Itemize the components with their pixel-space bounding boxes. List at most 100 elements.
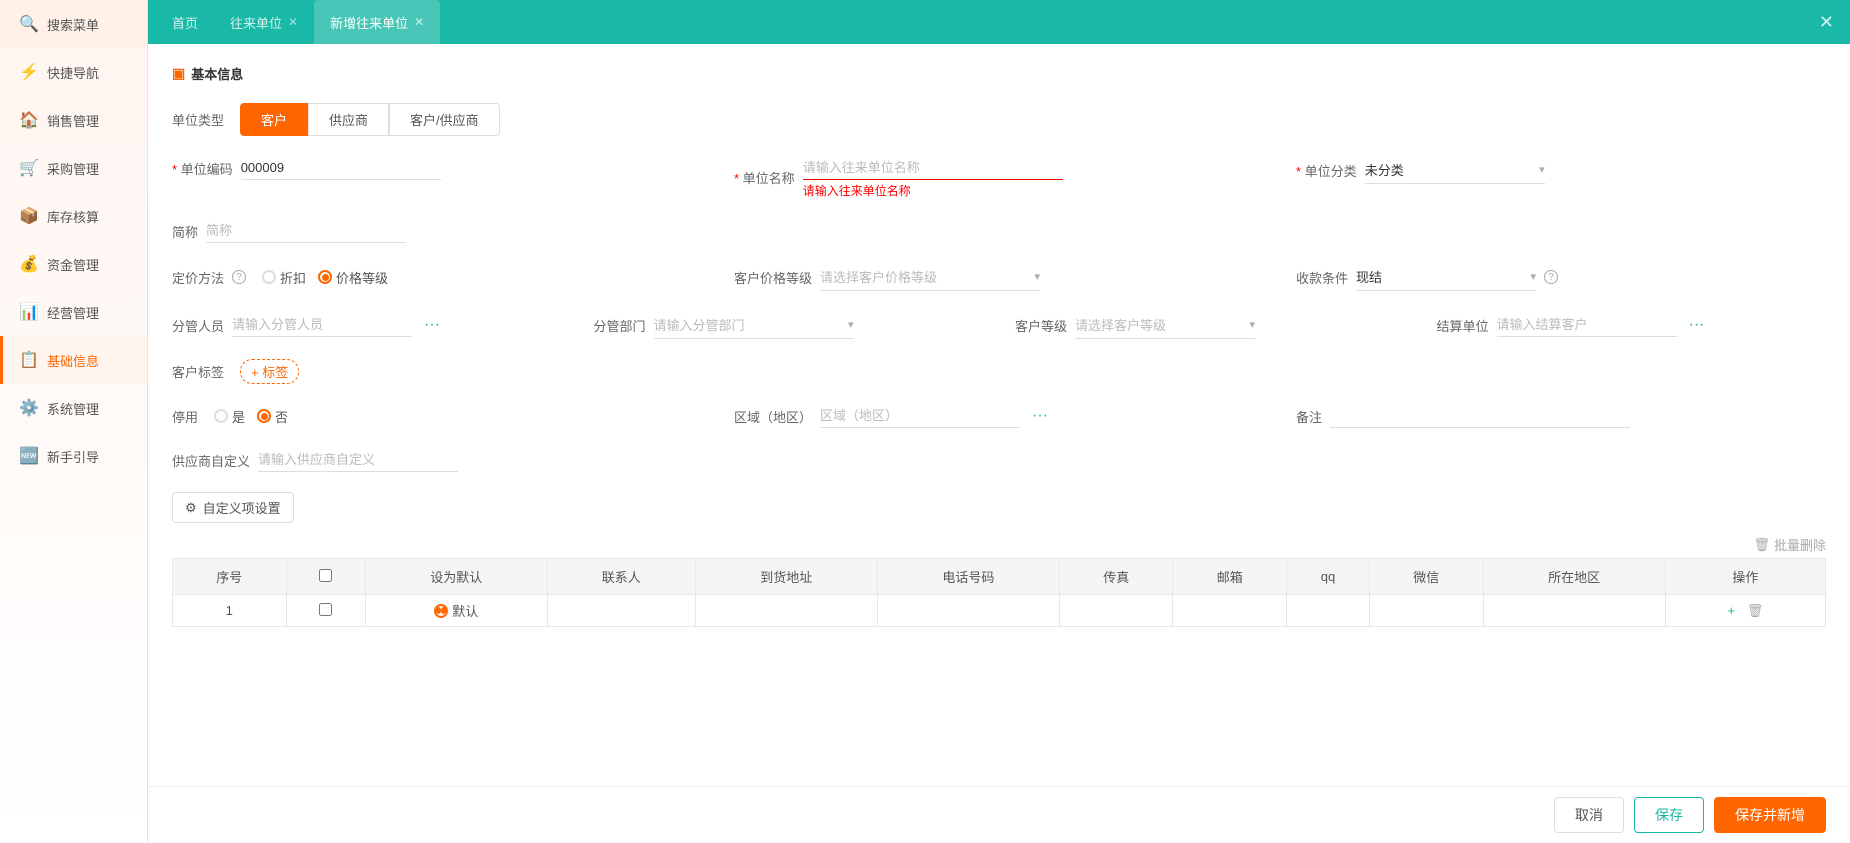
row-add-btn[interactable]: +	[1727, 603, 1735, 618]
pricing-help-icon[interactable]: ?	[232, 270, 246, 284]
region-field: 区域（地区） ···	[734, 404, 1264, 428]
unit-code-input[interactable]	[241, 156, 441, 180]
disabled-no-circle	[257, 409, 271, 423]
close-partner-tab[interactable]: ✕	[288, 15, 298, 29]
batch-delete-icon: 🗑	[1753, 537, 1770, 553]
pricing-level-radio[interactable]: 价格等级	[318, 268, 388, 287]
unit-category-select[interactable]: 未分类 ▾	[1365, 156, 1545, 184]
tab-new-partner[interactable]: 新增往来单位 ✕	[314, 0, 440, 44]
unit-type-row: 单位类型 客户 供应商 客户/供应商	[172, 103, 1826, 136]
tab-home[interactable]: 首页	[156, 0, 214, 44]
remark-label: 备注	[1296, 407, 1322, 426]
unit-type-both[interactable]: 客户/供应商	[389, 103, 500, 136]
add-tag-btn[interactable]: + 标签	[240, 359, 299, 384]
manager-more-btn[interactable]: ···	[420, 316, 444, 334]
region-label: 区域（地区）	[734, 407, 812, 426]
sidebar-item-operations[interactable]: 📊 经营管理	[0, 288, 147, 336]
sidebar-item-quick-nav[interactable]: ⚡ 快捷导航	[0, 48, 147, 96]
row-checkbox	[286, 595, 365, 627]
col-seq: 序号	[173, 559, 287, 595]
row-delete-btn[interactable]: 🗑	[1747, 603, 1764, 618]
settlement-unit-field: 结算单位 ···	[1437, 313, 1827, 337]
disabled-radio-group: 是 否	[214, 407, 288, 426]
unit-category-value: 未分类	[1365, 160, 1535, 179]
row-default: 默认	[365, 595, 547, 627]
table-select-all[interactable]	[319, 569, 332, 582]
disabled-yes-radio[interactable]: 是	[214, 407, 245, 426]
row-select-checkbox[interactable]	[319, 603, 332, 616]
col-checkbox	[286, 559, 365, 595]
pricing-method-label: 定价方法	[172, 268, 224, 287]
customer-price-level-field: 客户价格等级 请选择客户价格等级 ▾	[734, 263, 1264, 291]
department-select[interactable]: 请输入分管部门 ▾	[654, 311, 854, 339]
cancel-button[interactable]: 取消	[1554, 797, 1624, 833]
unit-category-label: 单位分类	[1296, 161, 1357, 180]
customer-level-select[interactable]: 请选择客户等级 ▾	[1075, 311, 1255, 339]
customer-price-level-label: 客户价格等级	[734, 268, 812, 287]
settlement-unit-label: 结算单位	[1437, 316, 1489, 335]
save-and-new-button[interactable]: 保存并新增	[1714, 797, 1826, 833]
gear-icon: ⚙	[185, 500, 197, 516]
disabled-field: 停用 是 否	[172, 407, 702, 426]
customer-price-level-select[interactable]: 请选择客户价格等级 ▾	[820, 263, 1040, 291]
sidebar-item-finance[interactable]: 💰 资金管理	[0, 240, 147, 288]
row-fax	[1059, 595, 1173, 627]
col-action: 操作	[1665, 559, 1825, 595]
save-button[interactable]: 保存	[1634, 797, 1704, 833]
default-radio[interactable]	[434, 604, 448, 618]
sidebar-item-purchase[interactable]: 🛒 采购管理	[0, 144, 147, 192]
disabled-label: 停用	[172, 407, 198, 426]
region-input[interactable]	[820, 404, 1020, 428]
col-wechat: 微信	[1370, 559, 1484, 595]
col-region: 所在地区	[1483, 559, 1665, 595]
custom-settings-button[interactable]: ⚙ 自定义项设置	[172, 492, 294, 523]
row-supplier-custom: 供应商自定义	[172, 448, 1826, 472]
unit-type-group: 客户 供应商 客户/供应商	[240, 103, 500, 136]
region-more-btn[interactable]: ···	[1028, 407, 1052, 425]
short-name-label: 简称	[172, 222, 198, 241]
department-field: 分管部门 请输入分管部门 ▾	[594, 311, 984, 339]
unit-name-input[interactable]	[803, 156, 1063, 180]
department-arrow: ▾	[848, 318, 854, 331]
row-wechat	[1370, 595, 1484, 627]
pricing-discount-radio[interactable]: 折扣	[262, 268, 306, 287]
unit-category-field: 单位分类 未分类 ▾	[1296, 156, 1826, 184]
unit-name-field-wrap: 请输入往来单位名称	[803, 156, 1063, 199]
payment-terms-field: 收款条件 现结 ▾ ?	[1296, 263, 1826, 291]
tab-bar: 首页 往来单位 ✕ 新增往来单位 ✕ ✕	[148, 0, 1850, 44]
tab-partner[interactable]: 往来单位 ✕	[214, 0, 314, 44]
payment-terms-select[interactable]: 现结 ▾	[1356, 263, 1536, 291]
sidebar-item-sales[interactable]: 🏠 销售管理	[0, 96, 147, 144]
short-name-field: 简称	[172, 219, 1826, 243]
unit-type-customer[interactable]: 客户	[240, 103, 308, 136]
section-basic-info: ▣ 基本信息	[172, 64, 1826, 83]
close-all-tabs[interactable]: ✕	[1811, 12, 1842, 33]
sidebar-item-system[interactable]: ⚙️ 系统管理	[0, 384, 147, 432]
sidebar-item-basic-info[interactable]: 📋 基础信息	[0, 336, 147, 384]
settlement-unit-more-btn[interactable]: ···	[1685, 316, 1709, 334]
remark-input[interactable]	[1330, 404, 1630, 428]
sidebar-item-inventory[interactable]: 📦 库存核算	[0, 192, 147, 240]
payment-terms-help-icon[interactable]: ?	[1544, 270, 1558, 284]
guide-icon: 🆕	[19, 446, 39, 466]
sales-icon: 🏠	[19, 110, 39, 130]
short-name-input[interactable]	[206, 219, 406, 243]
customer-level-field: 客户等级 请选择客户等级 ▾	[1015, 311, 1405, 339]
row-region	[1483, 595, 1665, 627]
sidebar-item-search[interactable]: 🔍 搜索菜单	[0, 0, 147, 48]
inventory-icon: 📦	[19, 206, 39, 226]
manager-label: 分管人员	[172, 316, 224, 335]
supplier-custom-input[interactable]	[258, 448, 458, 472]
sidebar-item-guide[interactable]: 🆕 新手引导	[0, 432, 147, 480]
manager-input[interactable]	[232, 313, 412, 337]
col-fax: 传真	[1059, 559, 1173, 595]
disabled-no-radio[interactable]: 否	[257, 407, 288, 426]
contacts-table: 序号 设为默认 联系人 到货地址 电话号码 传真 邮箱 qq 微信 所在地区 操…	[172, 558, 1826, 627]
unit-type-supplier[interactable]: 供应商	[308, 103, 389, 136]
batch-delete-btn[interactable]: 🗑 批量删除	[172, 535, 1826, 554]
settlement-unit-input[interactable]	[1497, 313, 1677, 337]
close-new-partner-tab[interactable]: ✕	[414, 15, 424, 29]
unit-code-label: 单位编码	[172, 159, 233, 178]
unit-type-field: 单位类型 客户 供应商 客户/供应商	[172, 103, 1826, 136]
sidebar: 🔍 搜索菜单 ⚡ 快捷导航 🏠 销售管理 🛒 采购管理 📦 库存核算 💰 资金管…	[0, 0, 148, 843]
